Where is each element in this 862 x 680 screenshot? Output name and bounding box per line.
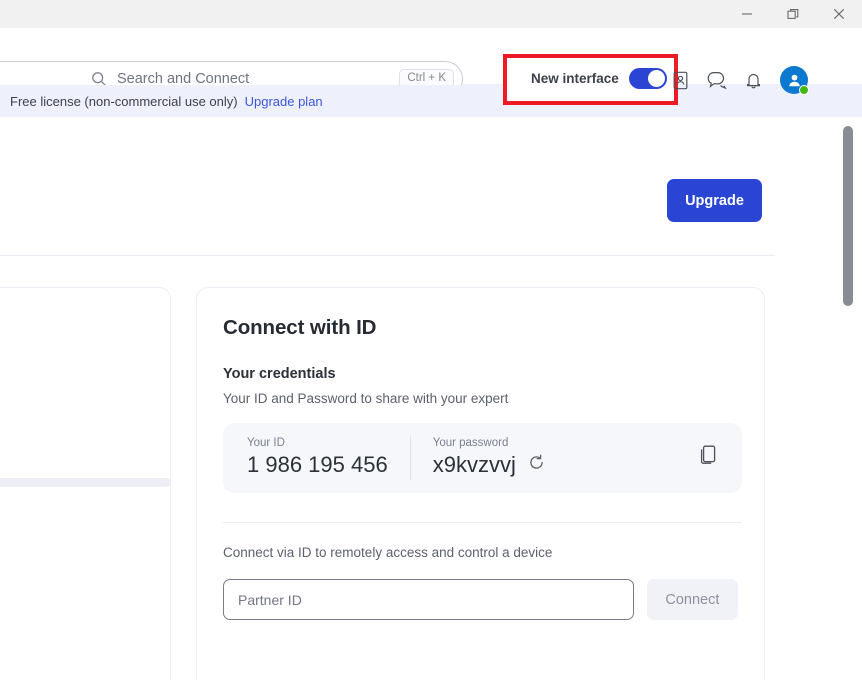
top-bar: Search and Connect Ctrl + K New interfac…: [0, 28, 862, 105]
chat-icon[interactable]: [707, 71, 727, 90]
contact-card-icon[interactable]: [672, 71, 689, 90]
your-id-value[interactable]: 1 986 195 456: [247, 451, 388, 479]
new-interface-toggle[interactable]: [628, 68, 667, 89]
vertical-scrollbar[interactable]: [836, 117, 862, 680]
credentials-subtitle: Your ID and Password to share with your …: [223, 391, 509, 406]
close-icon: [833, 8, 845, 20]
connect-with-id-card: Connect with ID Your credentials Your ID…: [196, 287, 765, 680]
your-password-field: Your password x9kvzvvj: [409, 436, 545, 480]
license-text: Free license (non-commercial use only): [10, 93, 238, 109]
scrollbar-thumb[interactable]: [843, 126, 853, 306]
minimize-button[interactable]: [724, 0, 770, 28]
credentials-box: Your ID 1 986 195 456 Your password x9kv…: [223, 423, 742, 493]
restore-button[interactable]: [770, 0, 816, 28]
restore-icon: [786, 8, 800, 21]
your-id-field: Your ID 1 986 195 456: [223, 436, 388, 480]
card-divider: [223, 522, 742, 523]
new-interface-toggle-group[interactable]: New interface: [531, 68, 667, 89]
connect-row: Connect: [223, 579, 738, 620]
toggle-knob: [647, 70, 665, 87]
upgrade-button[interactable]: Upgrade: [667, 179, 762, 222]
password-value-row: x9kvzvvj: [433, 451, 545, 479]
upgrade-plan-link[interactable]: Upgrade plan: [245, 94, 323, 109]
your-id-label: Your ID: [247, 437, 285, 450]
skeleton-placeholder-bar: [0, 478, 171, 487]
credentials-heading: Your credentials: [223, 366, 336, 382]
refresh-icon[interactable]: [528, 454, 545, 476]
title-bar: [0, 0, 862, 28]
copy-icon[interactable]: [699, 445, 718, 471]
side-card-partial: [0, 287, 171, 680]
close-button[interactable]: [816, 0, 862, 28]
page-title: Connect with ID: [223, 316, 377, 339]
minimize-icon: [741, 8, 753, 20]
new-interface-label: New interface: [531, 71, 619, 86]
your-password-value[interactable]: x9kvzvvj: [433, 451, 516, 479]
status-dot-online: [799, 85, 809, 95]
notifications-bell-icon[interactable]: [745, 71, 762, 90]
partner-id-input[interactable]: [223, 579, 634, 620]
your-password-label: Your password: [432, 437, 509, 450]
avatar[interactable]: [780, 66, 809, 95]
app-window: Search and Connect Ctrl + K New interfac…: [0, 0, 862, 680]
connect-hint-text: Connect via ID to remotely access and co…: [223, 545, 553, 560]
content-divider: [0, 255, 775, 256]
top-bar-icons: [672, 66, 809, 95]
content-area: Upgrade Connect with ID Your credentials…: [0, 117, 836, 680]
connect-button[interactable]: Connect: [646, 579, 738, 620]
